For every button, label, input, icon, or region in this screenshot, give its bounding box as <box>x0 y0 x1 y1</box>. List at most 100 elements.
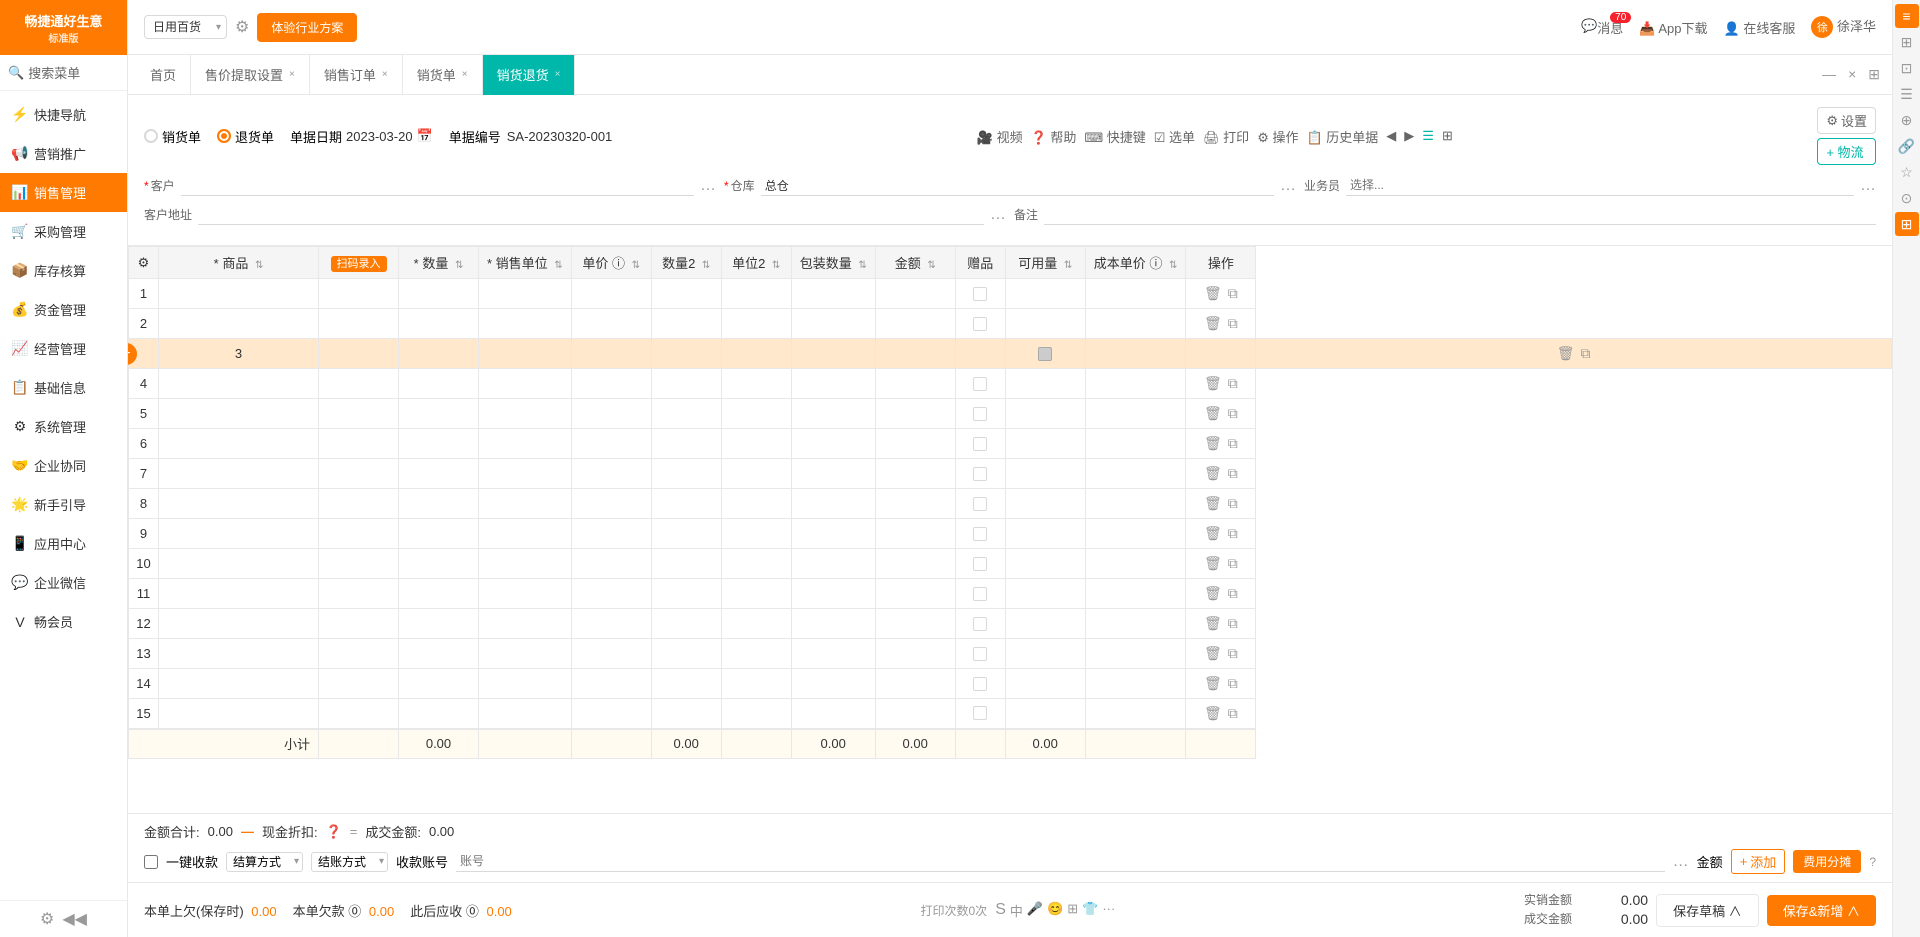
price-cell-15[interactable] <box>571 699 651 729</box>
sidebar-item-member[interactable]: V 畅会员 <box>0 602 127 641</box>
price-cell-2[interactable] <box>571 309 651 339</box>
message-badge-wrap[interactable]: 💬 70 消息 <box>1581 18 1623 37</box>
delete-row-10[interactable]: 🗑 <box>1204 555 1222 572</box>
tab-close-sales[interactable]: × <box>462 69 468 80</box>
qty2-cell-6[interactable] <box>651 429 721 459</box>
tab-sales-return[interactable]: 销货退货 × <box>483 55 576 95</box>
price-cell-8[interactable] <box>571 489 651 519</box>
app-download[interactable]: 📥 App下载 <box>1639 18 1707 37</box>
amount-cell-12[interactable] <box>875 609 955 639</box>
delete-row-12[interactable]: 🗑 <box>1204 615 1222 632</box>
rp-btn-2[interactable]: ☰ <box>1895 82 1919 106</box>
amount-cell-1[interactable] <box>875 279 955 309</box>
amount-cell-5[interactable] <box>875 399 955 429</box>
price-cell-10[interactable] <box>571 549 651 579</box>
product-cell-5[interactable] <box>159 399 319 429</box>
sidebar-item-system[interactable]: ⚙ 系统管理 <box>0 407 127 446</box>
available-cell-10[interactable] <box>1005 549 1085 579</box>
print-btn[interactable]: 🖨 打印 <box>1203 127 1249 146</box>
operation-btn[interactable]: ⚙ 操作 <box>1257 127 1298 146</box>
cost-price-cell-10[interactable] <box>1085 549 1186 579</box>
cost-price-cell-15[interactable] <box>1085 699 1186 729</box>
price-cell-12[interactable] <box>571 609 651 639</box>
grid-view-icon[interactable]: ⊞ <box>1442 128 1453 144</box>
radio-return[interactable]: 退货单 <box>217 127 274 146</box>
qty2-cell-10[interactable] <box>651 549 721 579</box>
settings-icon[interactable]: ⚙ <box>40 909 54 929</box>
address-input[interactable] <box>198 204 984 225</box>
copy-row-13[interactable]: ⧉ <box>1228 645 1238 662</box>
unit2-cell-1[interactable] <box>721 279 791 309</box>
search-menu-item[interactable]: 🔍 搜索菜单 <box>0 55 127 91</box>
unit2-cell-9[interactable] <box>721 519 791 549</box>
product-cell-2[interactable] <box>159 309 319 339</box>
pack-qty-cell-9[interactable] <box>791 519 875 549</box>
pack-qty-cell-4[interactable] <box>791 369 875 399</box>
available-cell-4[interactable] <box>1005 369 1085 399</box>
copy-row-5[interactable]: ⧉ <box>1228 405 1238 422</box>
date-value[interactable]: 2023-03-20 <box>346 129 413 144</box>
copy-row-15[interactable]: ⧉ <box>1228 705 1238 722</box>
gift-cell-9[interactable] <box>955 519 1005 549</box>
gift-cell-4[interactable] <box>955 369 1005 399</box>
radio-sales-btn[interactable] <box>144 129 158 143</box>
fee-split-btn[interactable]: 费用分摊 <box>1793 850 1861 873</box>
pack-qty-cell-15[interactable] <box>791 699 875 729</box>
pack-qty-cell-6[interactable] <box>791 429 875 459</box>
tab-sales-order[interactable]: 销售订单 × <box>310 55 403 95</box>
amount-cell-6[interactable] <box>875 429 955 459</box>
th-unit2[interactable]: 单位2 ⇅ <box>721 247 791 279</box>
qty2-cell-9[interactable] <box>651 519 721 549</box>
delete-row-14[interactable]: 🗑 <box>1204 675 1222 692</box>
price-cell-6[interactable] <box>571 429 651 459</box>
th-gift[interactable]: 赠品 <box>955 247 1005 279</box>
rp-btn-1[interactable]: ⊡ <box>1895 56 1919 80</box>
gift-cell-11[interactable] <box>955 579 1005 609</box>
product-cell-12[interactable] <box>159 609 319 639</box>
cost-price-cell-8[interactable] <box>1085 489 1186 519</box>
amount-cell-4[interactable] <box>875 369 955 399</box>
available-cell-12[interactable] <box>1005 609 1085 639</box>
sidebar-item-basic[interactable]: 📋 基础信息 <box>0 368 127 407</box>
radio-sales[interactable]: 销货单 <box>144 127 201 146</box>
delete-row-4[interactable]: 🗑 <box>1204 375 1222 392</box>
gift-cell-12[interactable] <box>955 609 1005 639</box>
address-more-icon[interactable]: … <box>990 206 1006 224</box>
sidebar-item-wechat[interactable]: 💬 企业微信 <box>0 563 127 602</box>
customer-more-icon[interactable]: … <box>700 177 716 195</box>
unit2-cell-2[interactable] <box>721 309 791 339</box>
th-price[interactable]: 单价 ⓘ ⇅ <box>571 247 651 279</box>
shortcut-btn[interactable]: ⌨ 快捷键 <box>1084 127 1145 146</box>
available-cell-5[interactable] <box>1005 399 1085 429</box>
unit-cell-6[interactable] <box>479 429 572 459</box>
th-available[interactable]: 可用量 ⇅ <box>1005 247 1085 279</box>
unit-cell-7[interactable] <box>479 459 572 489</box>
grid-view-icon[interactable]: ⊞ <box>1864 64 1884 85</box>
qty-cell-15[interactable] <box>399 699 479 729</box>
available-cell-3[interactable] <box>1085 339 1186 369</box>
sidebar-item-quick-nav[interactable]: ⚡ 快捷导航 <box>0 95 127 134</box>
th-product[interactable]: * 商品 ⇅ <box>159 247 319 279</box>
th-pack-qty[interactable]: 包装数量 ⇅ <box>791 247 875 279</box>
radio-return-btn[interactable] <box>217 129 231 143</box>
reconcile-method-select[interactable]: 结账方式 <box>311 852 388 872</box>
amount-cell-14[interactable] <box>875 669 955 699</box>
qty-cell-6[interactable] <box>399 429 479 459</box>
one-click-pay-checkbox[interactable] <box>144 855 158 869</box>
th-qty[interactable]: * 数量 ⇅ <box>399 247 479 279</box>
product-cell-3[interactable] <box>319 339 399 369</box>
unit-cell-10[interactable] <box>479 549 572 579</box>
qty-cell-12[interactable] <box>399 609 479 639</box>
th-amount[interactable]: 金额 ⇅ <box>875 247 955 279</box>
sidebar-item-operations[interactable]: 📈 经营管理 <box>0 329 127 368</box>
sidebar-item-newbie[interactable]: 🌟 新手引导 <box>0 485 127 524</box>
unit2-cell-5[interactable] <box>721 399 791 429</box>
qty2-cell-4[interactable] <box>651 369 721 399</box>
amount-cell-10[interactable] <box>875 549 955 579</box>
cost-price-cell-5[interactable] <box>1085 399 1186 429</box>
amount-cell-8[interactable] <box>875 489 955 519</box>
tab-close-sales-order[interactable]: × <box>382 69 388 80</box>
available-cell-15[interactable] <box>1005 699 1085 729</box>
qty-cell-7[interactable] <box>399 459 479 489</box>
sidebar-item-sales[interactable]: 📊 销售管理 <box>0 173 127 212</box>
